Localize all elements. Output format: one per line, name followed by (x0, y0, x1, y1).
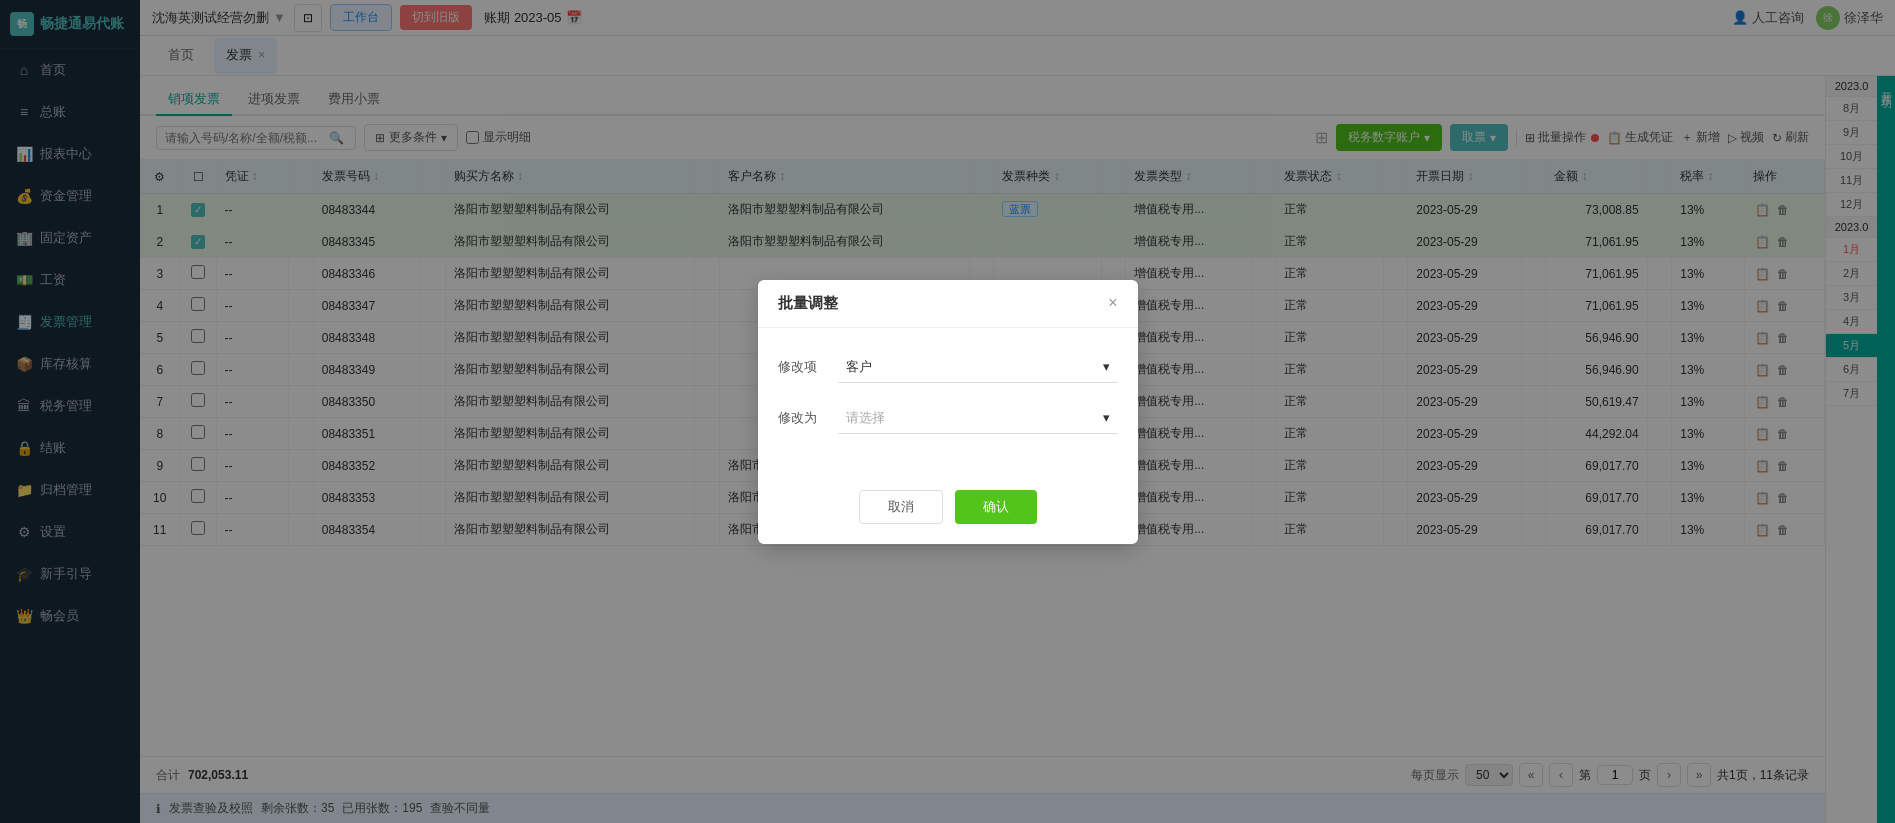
modal-footer: 取消 确认 (758, 478, 1138, 544)
field2-label: 修改为 (778, 409, 838, 427)
modify-field-value: 客户 (846, 358, 872, 376)
modal-field1: 修改项 客户 ▾ (778, 352, 1118, 383)
modal-body: 修改项 客户 ▾ 修改为 请选择 ▾ (758, 328, 1138, 478)
modify-value-select[interactable]: 请选择 ▾ (838, 403, 1118, 434)
modify-field-select[interactable]: 客户 ▾ (838, 352, 1118, 383)
batch-adjust-modal: 批量调整 × 修改项 客户 ▾ 修改为 请选择 ▾ 取消 确认 (758, 280, 1138, 544)
modal-overlay: 批量调整 × 修改项 客户 ▾ 修改为 请选择 ▾ 取消 确认 (0, 0, 1895, 823)
modal-field2: 修改为 请选择 ▾ (778, 403, 1118, 434)
modal-header: 批量调整 × (758, 280, 1138, 328)
cancel-button[interactable]: 取消 (859, 490, 943, 524)
field1-label: 修改项 (778, 358, 838, 376)
modify-value-placeholder: 请选择 (846, 409, 885, 427)
modal-close-button[interactable]: × (1108, 294, 1117, 312)
modify-value-arrow: ▾ (1103, 410, 1110, 425)
modify-field-arrow: ▾ (1103, 359, 1110, 374)
modal-title: 批量调整 (778, 294, 838, 313)
confirm-button[interactable]: 确认 (955, 490, 1037, 524)
